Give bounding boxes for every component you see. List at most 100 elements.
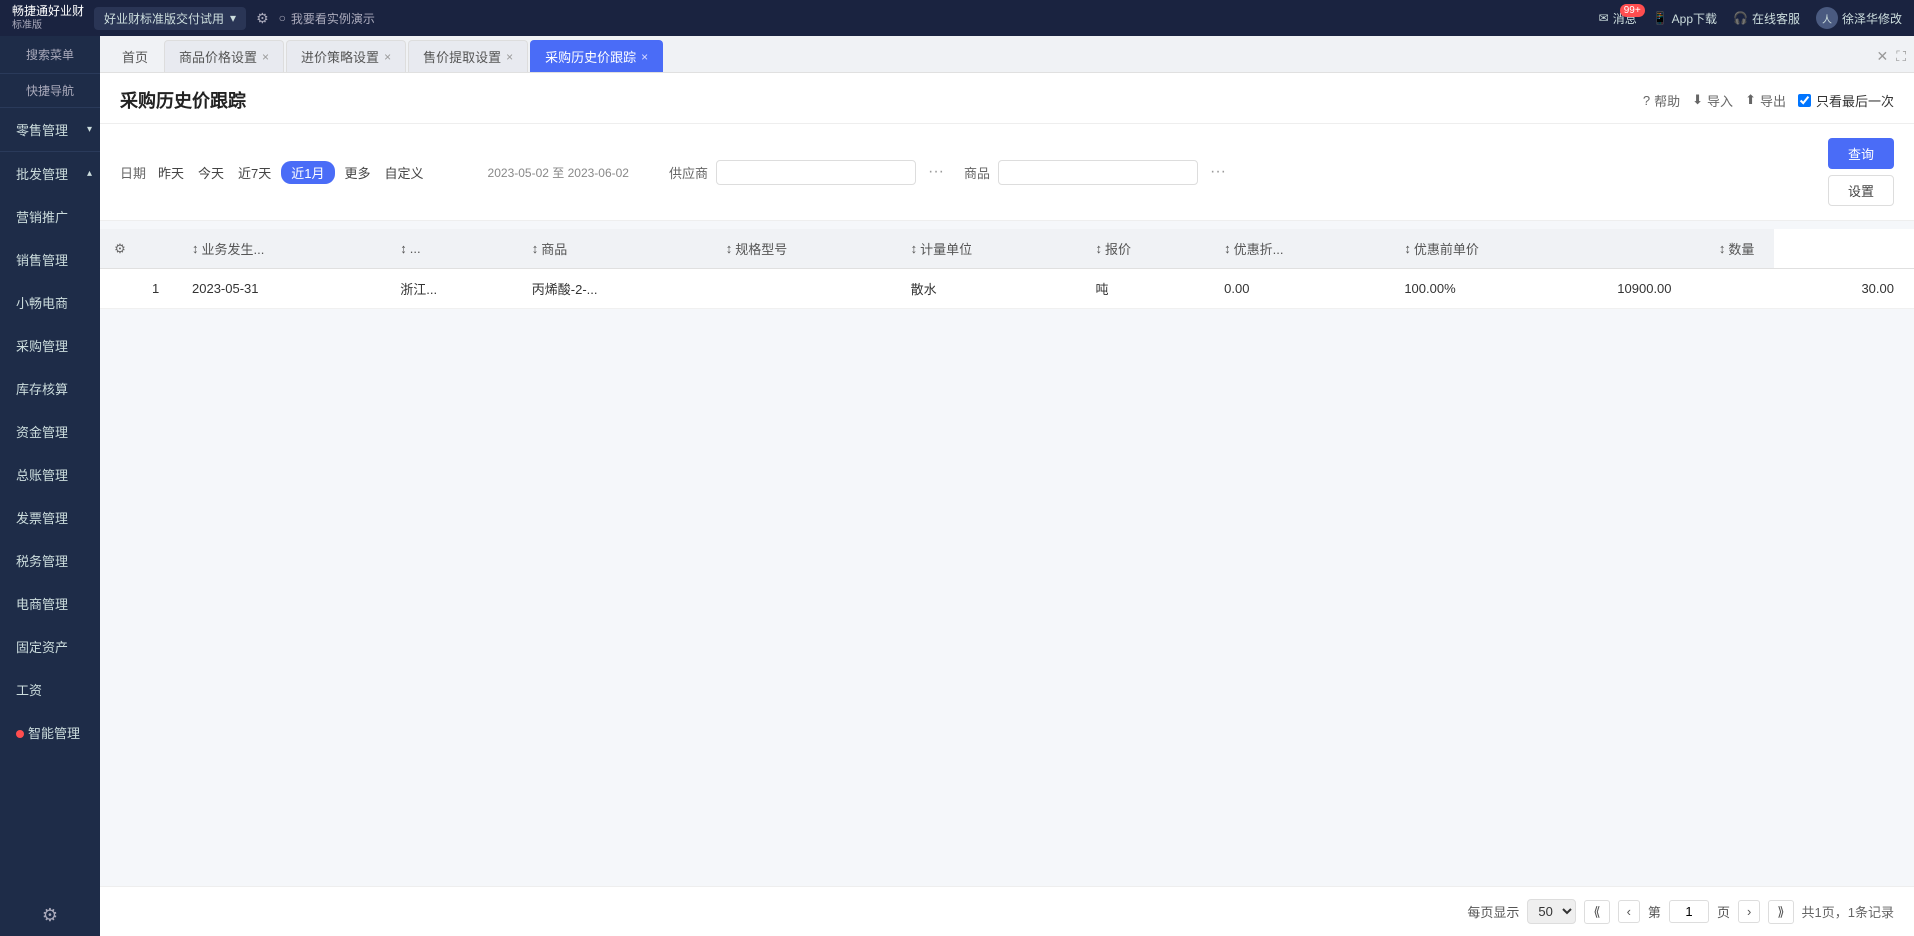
import-button[interactable]: ⬇ 导入 (1692, 91, 1733, 110)
sort-more[interactable]: ↕ ... (400, 241, 420, 256)
table-container: ⚙ ↕ 业务发生... ↕ (100, 229, 1914, 309)
only-last-checkbox[interactable]: 只看最后一次 (1798, 91, 1894, 110)
pagination: 每页显示 50 ⟪ ‹ 第 页 › ⟫ 共1页，1条记录 (100, 886, 1914, 936)
message-button[interactable]: ✉ 消息 99+ (1599, 10, 1637, 27)
th-goods[interactable]: ↕ 商品 (520, 229, 714, 269)
tab-home[interactable]: 首页 (108, 41, 162, 72)
settings-button[interactable]: 设置 (1828, 175, 1894, 206)
close-icon[interactable]: ✕ (1876, 48, 1888, 65)
th-qty[interactable]: ↕ 数量 (1605, 229, 1774, 269)
filter-goods: 商品 ··· (964, 160, 1226, 185)
page-number-input[interactable] (1669, 900, 1709, 923)
th-more[interactable]: ↕ ... (388, 229, 520, 269)
data-table: ⚙ ↕ 业务发生... ↕ (100, 229, 1914, 309)
next-page-button[interactable]: › (1738, 900, 1760, 923)
sidebar-item-retail[interactable]: 零售管理 ▾ (0, 108, 100, 151)
app-download-button[interactable]: 📱 App下载 (1653, 10, 1717, 27)
th-biz-date[interactable]: ↕ 业务发生... (180, 229, 388, 269)
online-service-button[interactable]: 🎧 在线客服 (1733, 10, 1800, 27)
last-page-button[interactable]: ⟫ (1768, 900, 1793, 924)
sidebar-item-finance[interactable]: 资金管理 (0, 410, 100, 453)
cell-pre-discount-pct: 100.00% (1392, 269, 1605, 309)
th-quote[interactable]: ↕ 报价 (1084, 229, 1213, 269)
th-spec[interactable]: ↕ 规格型号 (714, 229, 899, 269)
date-option-yesterday[interactable]: 昨天 (154, 161, 188, 184)
sidebar-item-assets[interactable]: 固定资产 (0, 625, 100, 668)
sort-pre-discount-price[interactable]: ↕ 优惠前单价 (1404, 239, 1479, 258)
sidebar-settings-icon[interactable]: ⚙ (0, 895, 100, 936)
tab-close-icon[interactable]: × (506, 50, 513, 64)
th-gear[interactable]: ⚙ (100, 229, 140, 269)
sort-biz-date[interactable]: ↕ 业务发生... (192, 239, 264, 258)
sidebar-item-invoice[interactable]: 发票管理 (0, 496, 100, 539)
column-settings-icon[interactable]: ⚙ (114, 241, 126, 256)
date-range-display: 2023-05-02 至 2023-06-02 (448, 164, 629, 181)
sort-unit[interactable]: ↕ 计量单位 (911, 239, 973, 258)
goods-input[interactable] (998, 160, 1198, 185)
date-option-today[interactable]: 今天 (194, 161, 228, 184)
export-button[interactable]: ⬆ 导出 (1745, 91, 1786, 110)
date-option-1month[interactable]: 近1月 (281, 161, 334, 184)
query-button[interactable]: 查询 (1828, 138, 1894, 169)
supplier-more-icon[interactable]: ··· (928, 163, 944, 181)
sort-goods[interactable]: ↕ 商品 (532, 239, 568, 258)
tab-close-icon[interactable]: × (262, 50, 269, 64)
date-options: 昨天 今天 近7天 近1月 更多 自定义 (154, 161, 428, 184)
sidebar-item-ledger[interactable]: 总账管理 (0, 453, 100, 496)
prev-page-button[interactable]: ‹ (1618, 900, 1640, 923)
cell-seq: 1 (140, 269, 180, 309)
date-option-more[interactable]: 更多 (341, 161, 375, 184)
app-logo: 畅捷通好业财 标准版 (12, 4, 84, 33)
filter-row: 日期 昨天 今天 近7天 近1月 更多 自定义 2023-05-02 至 202… (120, 138, 1894, 206)
th-seq (140, 229, 180, 269)
supplier-input[interactable] (716, 160, 916, 185)
date-option-custom[interactable]: 自定义 (381, 161, 428, 184)
sidebar-item-wholesale[interactable]: 批发管理 ▴ (0, 152, 100, 195)
only-last-input[interactable] (1798, 94, 1811, 107)
sort-spec[interactable]: ↕ 规格型号 (726, 239, 788, 258)
user-menu[interactable]: 人 徐泽华修改 (1816, 7, 1902, 29)
sidebar-item-smart[interactable]: 智能管理 (0, 711, 100, 754)
expand-icon[interactable]: ⛶ (1896, 48, 1906, 65)
cell-qty: 30.00 (1774, 269, 1914, 309)
sort-qty[interactable]: ↕ 数量 (1719, 239, 1755, 258)
sidebar-search[interactable]: 搜索菜单 (0, 36, 100, 74)
date-option-7days[interactable]: 近7天 (234, 161, 275, 184)
gear-icon[interactable]: ⚙ (256, 10, 269, 27)
sidebar-item-tax[interactable]: 税务管理 (0, 539, 100, 582)
first-page-button[interactable]: ⟪ (1584, 900, 1609, 924)
help-button[interactable]: ? 帮助 (1643, 91, 1680, 110)
tab-close-icon[interactable]: × (641, 50, 648, 64)
sidebar-item-purchase[interactable]: 采购管理 (0, 324, 100, 367)
tab-history-price[interactable]: 采购历史价跟踪 × (530, 40, 663, 72)
chevron-icon: ▾ (87, 124, 92, 135)
sidebar-item-inventory[interactable]: 库存核算 (0, 367, 100, 410)
sidebar-item-marketing[interactable]: 营销推广 (0, 195, 100, 238)
sort-discount[interactable]: ↕ 优惠折... (1224, 239, 1283, 258)
tab-close-icon[interactable]: × (384, 50, 391, 64)
cell-gear (100, 269, 140, 309)
page-size-select[interactable]: 50 (1527, 899, 1576, 924)
sidebar-item-ecommerce[interactable]: 电商管理 (0, 582, 100, 625)
cell-biz-date: 2023-05-31 (180, 269, 388, 309)
topbar-right: ✉ 消息 99+ 📱 App下载 🎧 在线客服 人 徐泽华修改 (1599, 7, 1902, 29)
topbar: 畅捷通好业财 标准版 好业财标准版交付试用 ▾ ⚙ ○ 我要看实例演示 ✉ 消息… (0, 0, 1914, 36)
sidebar-item-sales[interactable]: 销售管理 (0, 238, 100, 281)
tab-sale-price[interactable]: 售价提取设置 × (408, 40, 528, 72)
tab-price[interactable]: 商品价格设置 × (164, 40, 284, 72)
main-layout: 搜索菜单 快捷导航 零售管理 ▾ 批发管理 ▴ 营销推广 销售管理 小畅电商 采… (0, 36, 1914, 936)
sidebar-nav[interactable]: 快捷导航 (0, 74, 100, 108)
version-selector[interactable]: 好业财标准版交付试用 ▾ (94, 7, 246, 30)
sidebar-item-ecommerce-small[interactable]: 小畅电商 (0, 281, 100, 324)
sidebar: 搜索菜单 快捷导航 零售管理 ▾ 批发管理 ▴ 营销推广 销售管理 小畅电商 采… (0, 36, 100, 936)
table-head: ⚙ ↕ 业务发生... ↕ (100, 229, 1914, 269)
th-pre-discount-price[interactable]: ↕ 优惠前单价 (1392, 229, 1605, 269)
demo-link[interactable]: ○ 我要看实例演示 (279, 10, 375, 27)
sort-quote[interactable]: ↕ 报价 (1096, 239, 1132, 258)
cell-discount: 0.00 (1212, 269, 1392, 309)
goods-more-icon[interactable]: ··· (1210, 163, 1226, 181)
th-unit[interactable]: ↕ 计量单位 (899, 229, 1084, 269)
tab-strategy[interactable]: 进价策略设置 × (286, 40, 406, 72)
sidebar-item-payroll[interactable]: 工资 (0, 668, 100, 711)
th-discount[interactable]: ↕ 优惠折... (1212, 229, 1392, 269)
